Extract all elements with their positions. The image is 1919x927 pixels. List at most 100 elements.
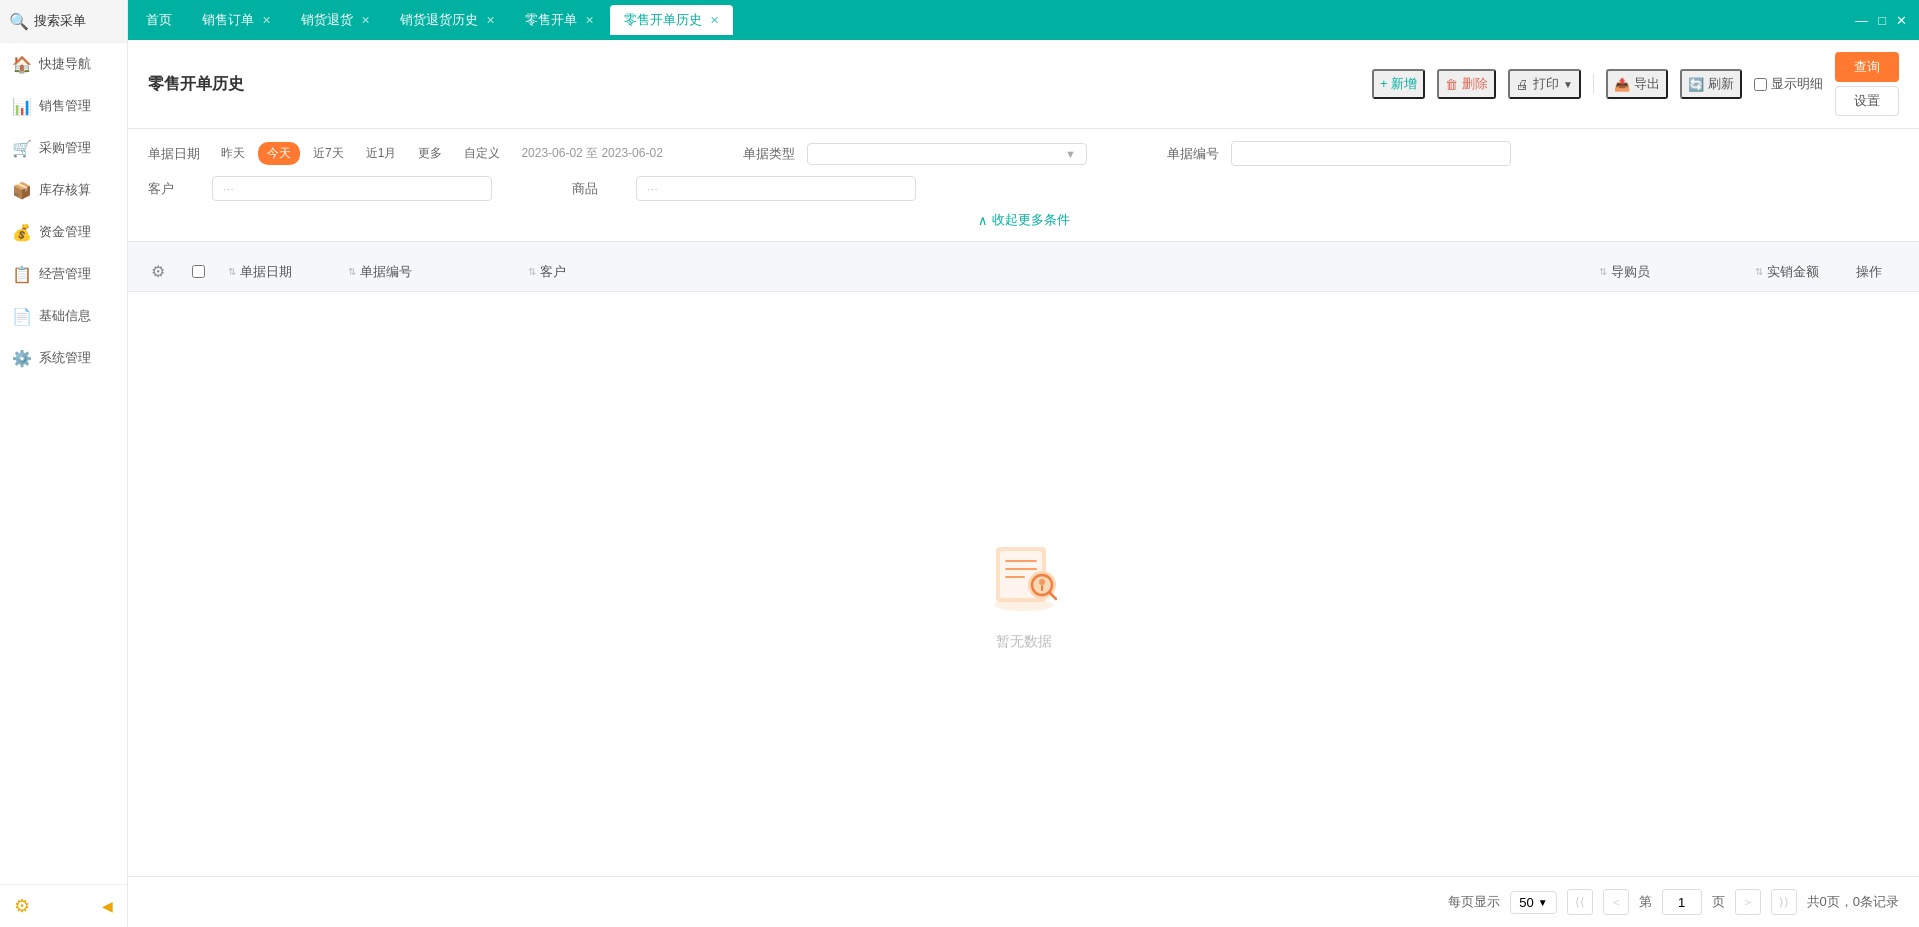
page-size-label: 每页显示 bbox=[1448, 893, 1500, 911]
display-detail-label: 显示明细 bbox=[1771, 75, 1823, 93]
bill-type-filter: 单据类型 ▼ bbox=[743, 143, 1087, 165]
search-menu-item[interactable]: 🔍 搜索采单 bbox=[0, 0, 127, 43]
export-icon: 📤 bbox=[1614, 77, 1630, 92]
sidebar-label-operations: 经营管理 bbox=[39, 265, 91, 283]
tab-close-sales-return-history[interactable]: ✕ bbox=[486, 14, 495, 27]
first-page-button[interactable]: ⟨⟨ bbox=[1567, 889, 1593, 915]
col-sort-icon-guide[interactable]: ⇅ bbox=[1599, 266, 1607, 277]
goods-value: ··· bbox=[647, 181, 658, 196]
date-filter-label: 单据日期 bbox=[148, 145, 204, 163]
sidebar-item-sales-mgmt[interactable]: 📊 销售管理 bbox=[0, 85, 127, 127]
col-guide-label: 导购员 bbox=[1611, 263, 1650, 281]
customer-label: 客户 bbox=[148, 180, 204, 198]
delete-button[interactable]: 🗑 删除 bbox=[1437, 69, 1496, 99]
tab-label-retail-open: 零售开单 bbox=[525, 11, 577, 29]
tab-close-retail-open[interactable]: ✕ bbox=[585, 14, 594, 27]
sidebar-item-quick-nav[interactable]: 🏠 快捷导航 bbox=[0, 43, 127, 85]
date-btn-今天[interactable]: 今天 bbox=[258, 142, 300, 165]
quick-nav-icon: 🏠 bbox=[13, 55, 31, 73]
tab-close-retail-history[interactable]: ✕ bbox=[710, 14, 719, 27]
col-amount-label: 实销金额 bbox=[1767, 263, 1819, 281]
sidebar-bottom: ⚙ ◀ bbox=[0, 884, 127, 927]
page-size-value: 50 bbox=[1519, 895, 1533, 910]
close-button[interactable]: ✕ bbox=[1896, 13, 1907, 28]
filter-toggle[interactable]: ∧ 收起更多条件 bbox=[148, 211, 1899, 229]
tab-label-home: 首页 bbox=[146, 11, 172, 29]
setting-button[interactable]: 设置 bbox=[1835, 86, 1899, 116]
add-button[interactable]: + 新增 bbox=[1372, 69, 1425, 99]
col-sort-icon-amount[interactable]: ⇅ bbox=[1755, 266, 1763, 277]
col-sort-icon-customer[interactable]: ⇅ bbox=[528, 266, 536, 277]
tab-close-sales-return[interactable]: ✕ bbox=[361, 14, 370, 27]
date-btn-近1月[interactable]: 近1月 bbox=[357, 142, 406, 165]
select-all-checkbox[interactable] bbox=[192, 265, 205, 278]
sidebar-label-system: 系统管理 bbox=[39, 349, 91, 367]
sidebar-item-purchase-mgmt[interactable]: 🛒 采购管理 bbox=[0, 127, 127, 169]
col-header-amount: ⇅ 实销金额 bbox=[1709, 263, 1829, 281]
col-date-label: 单据日期 bbox=[240, 263, 292, 281]
operations-icon: 📋 bbox=[13, 265, 31, 283]
minimize-button[interactable]: — bbox=[1855, 13, 1868, 28]
bill-type-select[interactable]: ▼ bbox=[807, 143, 1087, 165]
date-btn-更多[interactable]: 更多 bbox=[409, 142, 451, 165]
bill-num-label: 单据编号 bbox=[1167, 145, 1223, 163]
page-number-input[interactable] bbox=[1662, 889, 1702, 915]
sidebar-label-basic-info: 基础信息 bbox=[39, 307, 91, 325]
empty-text: 暂无数据 bbox=[996, 633, 1052, 651]
sidebar: 🔍 搜索采单 🏠 快捷导航 📊 销售管理 🛒 采购管理 📦 库存核算 💰 资金管… bbox=[0, 0, 128, 927]
sidebar-item-finance[interactable]: 💰 资金管理 bbox=[0, 211, 127, 253]
sidebar-item-inventory[interactable]: 📦 库存核算 bbox=[0, 169, 127, 211]
tab-sales-return[interactable]: 销货退货✕ bbox=[287, 5, 384, 35]
tab-label-sales-order: 销售订单 bbox=[202, 11, 254, 29]
finance-icon: 💰 bbox=[13, 223, 31, 241]
last-page-button[interactable]: ⟩⟩ bbox=[1771, 889, 1797, 915]
sidebar-item-system[interactable]: ⚙️ 系统管理 bbox=[0, 337, 127, 379]
refresh-button[interactable]: 🔄 刷新 bbox=[1680, 69, 1742, 99]
sidebar-item-basic-info[interactable]: 📄 基础信息 bbox=[0, 295, 127, 337]
export-button[interactable]: 📤 导出 bbox=[1606, 69, 1668, 99]
date-filter: 单据日期 昨天今天近7天近1月更多自定义 2023-06-02 至 2023-0… bbox=[148, 142, 663, 165]
sidebar-label-finance: 资金管理 bbox=[39, 223, 91, 241]
col-sort-icon[interactable]: ⇅ bbox=[228, 266, 236, 277]
tab-close-sales-order[interactable]: ✕ bbox=[262, 14, 271, 27]
sidebar-item-operations[interactable]: 📋 经营管理 bbox=[0, 253, 127, 295]
settings-icon[interactable]: ⚙ bbox=[14, 895, 30, 917]
tab-retail-open[interactable]: 零售开单 ✕ bbox=[511, 5, 608, 35]
collapse-icon[interactable]: ◀ bbox=[102, 898, 113, 914]
page-size-arrow: ▼ bbox=[1538, 897, 1548, 908]
tab-home[interactable]: 首页 bbox=[132, 5, 186, 35]
display-detail-checkbox[interactable] bbox=[1754, 78, 1767, 91]
sidebar-label-quick-nav: 快捷导航 bbox=[39, 55, 91, 73]
maximize-button[interactable]: □ bbox=[1878, 13, 1886, 28]
search-icon: 🔍 bbox=[10, 12, 28, 30]
table-area: ⚙ ⇅ 单据日期 ⇅ 单据编号 ⇅ 客户 ⇅ 导购员 bbox=[128, 252, 1919, 876]
prev-page-button[interactable]: ＜ bbox=[1603, 889, 1629, 915]
tab-label-sales-return-history: 销货退货历史 bbox=[400, 11, 478, 29]
col-customer-label: 客户 bbox=[540, 263, 566, 281]
page-size-select[interactable]: 50 ▼ bbox=[1510, 891, 1556, 914]
filter-row-2: 客户 ··· 商品 ··· bbox=[148, 176, 1899, 201]
date-btn-近7天[interactable]: 近7天 bbox=[304, 142, 353, 165]
tab-sales-return-history[interactable]: 销货退货历史 ✕ bbox=[386, 5, 509, 35]
basic-info-icon: 📄 bbox=[13, 307, 31, 325]
goods-select[interactable]: ··· bbox=[636, 176, 916, 201]
collapse-up-icon: ∧ bbox=[978, 213, 988, 228]
toolbar-divider bbox=[1593, 74, 1594, 94]
date-btn-自定义[interactable]: 自定义 bbox=[455, 142, 509, 165]
empty-illustration bbox=[974, 517, 1074, 617]
col-sort-icon-num[interactable]: ⇅ bbox=[348, 266, 356, 277]
query-button[interactable]: 查询 bbox=[1835, 52, 1899, 82]
next-page-button[interactable]: ＞ bbox=[1735, 889, 1761, 915]
filter-area: 单据日期 昨天今天近7天近1月更多自定义 2023-06-02 至 2023-0… bbox=[128, 129, 1919, 242]
bill-num-input[interactable] bbox=[1231, 141, 1511, 166]
col-header-guide: ⇅ 导购员 bbox=[1589, 263, 1709, 281]
print-icon: 🖨 bbox=[1516, 77, 1529, 92]
print-button[interactable]: 🖨 打印 ▼ bbox=[1508, 69, 1581, 99]
date-btn-昨天[interactable]: 昨天 bbox=[212, 142, 254, 165]
customer-select[interactable]: ··· bbox=[212, 176, 492, 201]
bill-type-label: 单据类型 bbox=[743, 145, 799, 163]
page-header: 零售开单历史 + 新增 🗑 删除 🖨 打印 ▼ 📤 导出 � bbox=[128, 40, 1919, 129]
tab-sales-order[interactable]: 销售订单 ✕ bbox=[188, 5, 285, 35]
column-settings-icon[interactable]: ⚙ bbox=[138, 262, 178, 281]
tab-retail-history[interactable]: 零售开单历史✕ bbox=[610, 5, 733, 35]
